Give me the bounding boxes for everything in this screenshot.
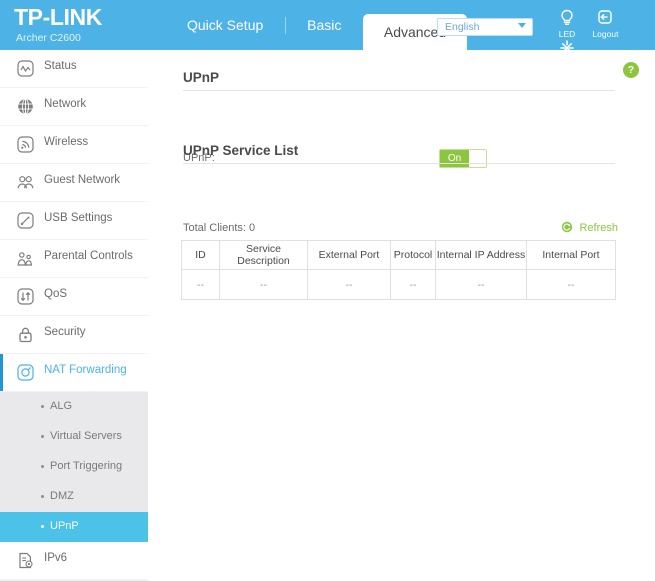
main-content: ? UPnP UPnP: On UPnP Service List Total …	[148, 50, 655, 581]
cell-id: --	[181, 269, 220, 300]
cell-internal-ip-address: --	[435, 269, 527, 300]
upnp-service-table: ID Service Description External Port Pro…	[181, 240, 616, 300]
section-divider	[183, 163, 615, 164]
sidebar-item-label: IPv6	[44, 552, 68, 564]
language-select-value: English	[445, 21, 480, 33]
sidebar-subitem-label: ALG	[50, 400, 73, 412]
logout-button[interactable]: Logout	[588, 8, 622, 39]
led-label: LED	[558, 29, 576, 39]
sidebar-subitem-dmz[interactable]: DMZ	[0, 482, 148, 512]
cell-protocol: --	[390, 269, 436, 300]
column-header-external-port: External Port	[307, 240, 391, 270]
sidebar-item-usb-settings[interactable]: USB Settings	[0, 202, 148, 239]
parental-controls-icon	[16, 249, 35, 268]
refresh-icon	[561, 221, 573, 233]
sidebar-item-label: USB Settings	[44, 212, 113, 224]
sidebar-subitem-alg[interactable]: ALG	[0, 392, 148, 422]
service-list-title: UPnP Service List	[183, 143, 299, 158]
column-header-internal-port: Internal Port	[526, 240, 616, 270]
sidebar-item-label: Wireless	[44, 136, 89, 148]
sidebar-item-label: Guest Network	[44, 174, 121, 186]
tab-quick-setup[interactable]: Quick Setup	[170, 0, 280, 50]
column-header-protocol: Protocol	[390, 240, 436, 270]
bullet-icon	[41, 435, 44, 438]
sidebar-item-label: Parental Controls	[44, 250, 133, 262]
column-header-service-description: Service Description	[219, 240, 308, 270]
qos-icon	[16, 287, 35, 306]
sidebar-item-label: Status	[44, 60, 77, 72]
upnp-toggle-state-label: On	[440, 150, 469, 167]
router-model: Archer C2600	[16, 32, 81, 44]
column-header-internal-ip-address: Internal IP Address	[435, 240, 527, 270]
sidebar-item-guest-network[interactable]: Guest Network	[0, 164, 148, 201]
sidebar-subitem-label: Virtual Servers	[50, 430, 122, 442]
status-icon	[16, 59, 35, 78]
bullet-icon	[41, 465, 44, 468]
usb-icon	[16, 211, 35, 230]
sidebar-item-label: Security	[44, 326, 86, 338]
sidebar-item-ipv6[interactable]: IPv6	[0, 542, 148, 579]
brand-name: TP-LINK	[14, 4, 102, 30]
bullet-icon	[41, 405, 44, 408]
wireless-icon	[16, 135, 35, 154]
tab-basic[interactable]: Basic	[290, 0, 358, 50]
sidebar-item-label: NAT Forwarding	[44, 364, 127, 376]
main-nav-tabs: Quick Setup Basic Advanced	[170, 0, 468, 50]
sidebar-item-nat-forwarding[interactable]: NAT Forwarding	[0, 354, 148, 391]
table-row: -- -- -- -- -- --	[181, 269, 616, 300]
sidebar-subitem-port-triggering[interactable]: Port Triggering	[0, 452, 148, 482]
ipv6-icon	[16, 551, 35, 570]
sidebar-subitem-upnp[interactable]: UPnP	[0, 512, 148, 542]
guest-network-icon	[16, 173, 35, 192]
refresh-button[interactable]: Refresh	[561, 221, 618, 234]
sidebar-subitem-label: DMZ	[50, 490, 74, 502]
sidebar-item-label: Network	[44, 98, 87, 110]
toggle-knob	[469, 150, 486, 167]
bullet-icon	[41, 495, 44, 498]
nat-forwarding-icon	[16, 363, 35, 382]
top-header-bar: TP-LINK Archer C2600 Quick Setup Basic A…	[0, 0, 655, 70]
led-button[interactable]: LED	[550, 8, 584, 39]
globe-icon	[16, 97, 35, 116]
cell-service-description: --	[219, 269, 308, 300]
table-header-row: ID Service Description External Port Pro…	[181, 240, 616, 270]
sidebar-subitem-virtual-servers[interactable]: Virtual Servers	[0, 422, 148, 452]
help-icon[interactable]: ?	[623, 62, 639, 78]
sidebar-item-network[interactable]: Network	[0, 88, 148, 125]
sidebar-subitem-label: UPnP	[50, 520, 79, 532]
sidebar-subitem-label: Port Triggering	[50, 460, 123, 472]
logout-label: Logout	[592, 29, 619, 39]
sidebar-item-security[interactable]: Security	[0, 316, 148, 353]
language-select[interactable]: English	[437, 18, 533, 36]
total-clients-label: Total Clients: 0	[183, 222, 256, 234]
upnp-toggle[interactable]: On	[439, 149, 487, 168]
sidebar-item-label: QoS	[44, 288, 68, 300]
sidebar-item-qos[interactable]: QoS	[0, 278, 148, 315]
cell-internal-port: --	[526, 269, 616, 300]
upnp-section-title: UPnP	[183, 70, 220, 85]
sidebar-item-parental-controls[interactable]: Parental Controls	[0, 240, 148, 277]
refresh-label: Refresh	[579, 222, 618, 234]
lock-icon	[16, 325, 35, 344]
section-divider	[183, 90, 615, 91]
tab-divider	[284, 17, 286, 34]
led-icon	[550, 8, 584, 28]
sidebar-item-wireless[interactable]: Wireless	[0, 126, 148, 163]
cell-external-port: --	[307, 269, 391, 300]
logout-icon	[588, 8, 622, 28]
chevron-down-icon	[518, 23, 526, 28]
bullet-icon	[41, 525, 44, 528]
brand-logo: TP-LINK Archer C2600	[14, 5, 164, 45]
sidebar-submenu-nat-forwarding: ALG Virtual Servers Port Triggering DMZ …	[0, 392, 148, 542]
column-header-id: ID	[181, 240, 220, 270]
sidebar-item-status[interactable]: Status	[0, 50, 148, 87]
sidebar-nav: Status Network Wireless Guest Network US…	[0, 50, 148, 581]
